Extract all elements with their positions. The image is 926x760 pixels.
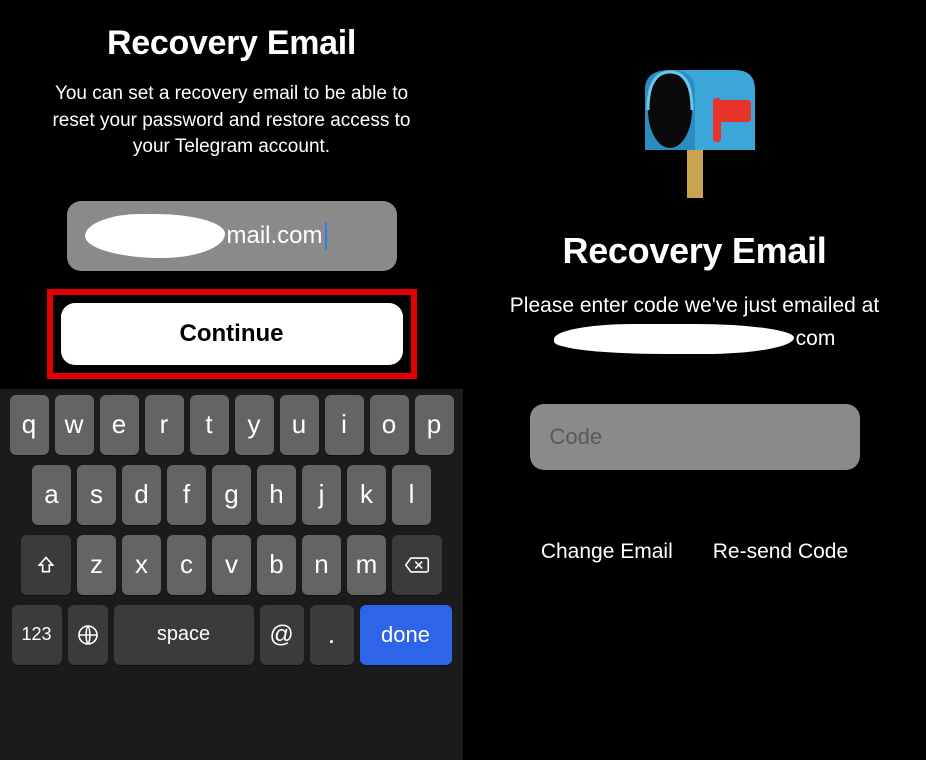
key-p[interactable]: p bbox=[415, 395, 454, 455]
key-at[interactable]: @ bbox=[260, 605, 304, 665]
change-email-button[interactable]: Change Email bbox=[541, 540, 673, 564]
backspace-icon bbox=[404, 555, 430, 575]
key-n[interactable]: n bbox=[302, 535, 341, 595]
key-g[interactable]: g bbox=[212, 465, 251, 525]
key-z[interactable]: z bbox=[77, 535, 116, 595]
key-s[interactable]: s bbox=[77, 465, 116, 525]
email-suffix-text: com bbox=[796, 327, 836, 351]
page-title: Recovery Email bbox=[107, 24, 356, 63]
key-space[interactable]: space bbox=[114, 605, 254, 665]
email-visible-text: mail.com bbox=[227, 222, 323, 250]
key-l[interactable]: l bbox=[392, 465, 431, 525]
redacted-text bbox=[85, 214, 225, 258]
key-numbers[interactable]: 123 bbox=[12, 605, 62, 665]
key-t[interactable]: t bbox=[190, 395, 229, 455]
action-links: Change Email Re-send Code bbox=[541, 540, 848, 564]
recovery-email-entry-screen: Recovery Email You can set a recovery em… bbox=[0, 0, 463, 760]
keyboard: q w e r t y u i o p a s d f g h j k l z bbox=[0, 389, 463, 760]
globe-icon bbox=[76, 623, 100, 647]
key-x[interactable]: x bbox=[122, 535, 161, 595]
email-display: com bbox=[554, 324, 836, 354]
key-d[interactable]: d bbox=[122, 465, 161, 525]
page-subtitle: Please enter code we've just emailed at bbox=[480, 292, 909, 320]
keyboard-row-2: a s d f g h j k l bbox=[4, 465, 459, 525]
key-backspace[interactable] bbox=[392, 535, 442, 595]
key-a[interactable]: a bbox=[32, 465, 71, 525]
page-subtitle: You can set a recovery email to be able … bbox=[0, 81, 463, 161]
text-cursor bbox=[325, 222, 327, 250]
continue-button[interactable]: Continue bbox=[61, 303, 403, 365]
recovery-code-entry-screen: Recovery Email Please enter code we've j… bbox=[463, 0, 926, 760]
page-title: Recovery Email bbox=[563, 230, 827, 272]
email-field[interactable]: mail.com bbox=[67, 201, 397, 271]
key-o[interactable]: o bbox=[370, 395, 409, 455]
key-globe[interactable] bbox=[68, 605, 108, 665]
key-done[interactable]: done bbox=[360, 605, 452, 665]
key-u[interactable]: u bbox=[280, 395, 319, 455]
keyboard-row-1: q w e r t y u i o p bbox=[4, 395, 459, 455]
key-r[interactable]: r bbox=[145, 395, 184, 455]
shift-icon bbox=[36, 555, 56, 575]
keyboard-row-3: z x c v b n m bbox=[4, 535, 459, 595]
code-field[interactable]: Code bbox=[530, 404, 860, 470]
key-k[interactable]: k bbox=[347, 465, 386, 525]
key-q[interactable]: q bbox=[10, 395, 49, 455]
keyboard-row-4: 123 space @ . done bbox=[4, 605, 459, 665]
key-i[interactable]: i bbox=[325, 395, 364, 455]
key-shift[interactable] bbox=[21, 535, 71, 595]
key-m[interactable]: m bbox=[347, 535, 386, 595]
highlight-box: Continue bbox=[47, 289, 417, 379]
resend-code-button[interactable]: Re-send Code bbox=[713, 540, 848, 564]
key-f[interactable]: f bbox=[167, 465, 206, 525]
key-b[interactable]: b bbox=[257, 535, 296, 595]
key-dot[interactable]: . bbox=[310, 605, 354, 665]
key-h[interactable]: h bbox=[257, 465, 296, 525]
code-placeholder: Code bbox=[550, 424, 603, 450]
key-e[interactable]: e bbox=[100, 395, 139, 455]
key-w[interactable]: w bbox=[55, 395, 94, 455]
mailbox-icon bbox=[625, 50, 765, 200]
redacted-text bbox=[554, 324, 794, 354]
key-j[interactable]: j bbox=[302, 465, 341, 525]
key-y[interactable]: y bbox=[235, 395, 274, 455]
key-v[interactable]: v bbox=[212, 535, 251, 595]
key-c[interactable]: c bbox=[167, 535, 206, 595]
